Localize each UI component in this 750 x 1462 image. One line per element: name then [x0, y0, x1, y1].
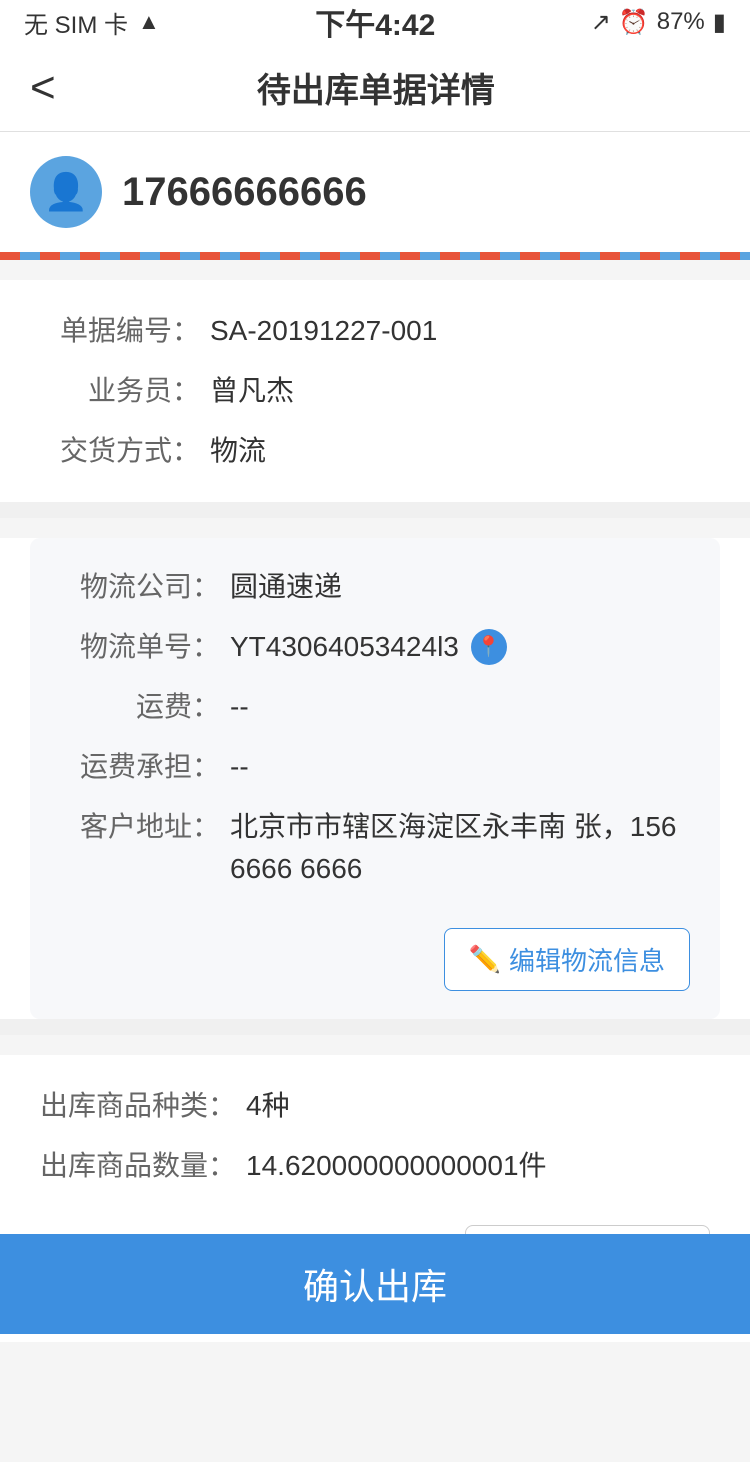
- address-value: 北京市市辖区海淀区永丰南 张，156 6666 6666: [220, 806, 690, 890]
- delivery-method-value: 物流: [200, 430, 710, 472]
- freight-bearer-row: 运费承担： --: [60, 746, 690, 788]
- sales-person-value: 曾凡杰: [200, 370, 710, 412]
- location-icon-status: ↗: [591, 8, 611, 37]
- freight-bearer-label: 运费承担：: [60, 746, 220, 788]
- battery-icon: ▮: [713, 8, 726, 37]
- product-quantity-row: 出库商品数量： 14.620000000000001件: [40, 1145, 710, 1187]
- nav-bar: < 待出库单据详情: [0, 44, 750, 132]
- freight-value: --: [220, 686, 690, 728]
- freight-label: 运费：: [60, 686, 220, 728]
- logistics-section: 物流公司： 圆通速递 物流单号： YT43064053424l3 📍 运费： -…: [0, 538, 750, 1019]
- logistics-company-row: 物流公司： 圆通速递: [60, 566, 690, 608]
- location-pin-icon[interactable]: 📍: [471, 629, 507, 665]
- product-quantity-label: 出库商品数量：: [40, 1145, 236, 1187]
- separator-1: [0, 502, 750, 518]
- tracking-number-label: 物流单号：: [60, 626, 220, 668]
- tracking-number-row: 物流单号： YT43064053424l3 📍: [60, 626, 690, 668]
- wifi-icon: ▲: [138, 9, 160, 35]
- tracking-number-value: YT43064053424l3 📍: [220, 626, 690, 668]
- logistics-company-label: 物流公司：: [60, 566, 220, 608]
- address-row: 客户地址： 北京市市辖区海淀区永丰南 张，156 6666 6666: [60, 806, 690, 890]
- status-left: 无 SIM 卡 ▲: [24, 5, 160, 40]
- product-types-value: 4种: [236, 1085, 710, 1127]
- document-number-value: SA-20191227-001: [200, 310, 710, 352]
- back-button[interactable]: <: [30, 66, 56, 110]
- sales-person-row: 业务员： 曾凡杰: [40, 370, 710, 412]
- customer-phone: 17666666666: [122, 170, 367, 215]
- document-number-row: 单据编号： SA-20191227-001: [40, 310, 710, 352]
- order-info-section: 单据编号： SA-20191227-001 业务员： 曾凡杰 交货方式： 物流: [0, 280, 750, 502]
- delivery-method-row: 交货方式： 物流: [40, 430, 710, 472]
- dashed-divider: [0, 252, 750, 260]
- edit-logistics-label: 编辑物流信息: [509, 941, 665, 978]
- customer-header: 👤 17666666666: [0, 132, 750, 252]
- status-right: ↗ ⏰ 87% ▮: [591, 8, 726, 37]
- delivery-method-label: 交货方式：: [40, 430, 200, 472]
- document-number-label: 单据编号：: [40, 310, 200, 352]
- battery-percent: 87%: [657, 8, 705, 36]
- logistics-company-value: 圆通速递: [220, 566, 690, 608]
- alarm-icon: ⏰: [619, 8, 649, 37]
- product-types-row: 出库商品种类： 4种: [40, 1085, 710, 1127]
- separator-2: [0, 1019, 750, 1035]
- confirm-outbound-button[interactable]: 确认出库: [0, 1234, 750, 1334]
- bottom-spacer: [0, 1342, 750, 1462]
- sales-person-label: 业务员：: [40, 370, 200, 412]
- avatar: 👤: [30, 156, 102, 228]
- status-time: 下午4:42: [315, 0, 435, 44]
- sim-status: 无 SIM 卡: [24, 5, 128, 40]
- freight-bearer-value: --: [220, 746, 690, 788]
- logistics-card: 物流公司： 圆通速递 物流单号： YT43064053424l3 📍 运费： -…: [30, 538, 720, 1019]
- avatar-icon: 👤: [44, 171, 89, 213]
- status-bar: 无 SIM 卡 ▲ 下午4:42 ↗ ⏰ 87% ▮: [0, 0, 750, 44]
- edit-icon: ✏️: [469, 944, 501, 975]
- address-label: 客户地址：: [60, 806, 220, 848]
- freight-row: 运费： --: [60, 686, 690, 728]
- edit-logistics-button[interactable]: ✏️ 编辑物流信息: [444, 928, 690, 991]
- product-quantity-value: 14.620000000000001件: [236, 1145, 710, 1187]
- page-title: 待出库单据详情: [76, 63, 676, 112]
- confirm-outbound-label: 确认出库: [303, 1258, 447, 1310]
- product-types-label: 出库商品种类：: [40, 1085, 236, 1127]
